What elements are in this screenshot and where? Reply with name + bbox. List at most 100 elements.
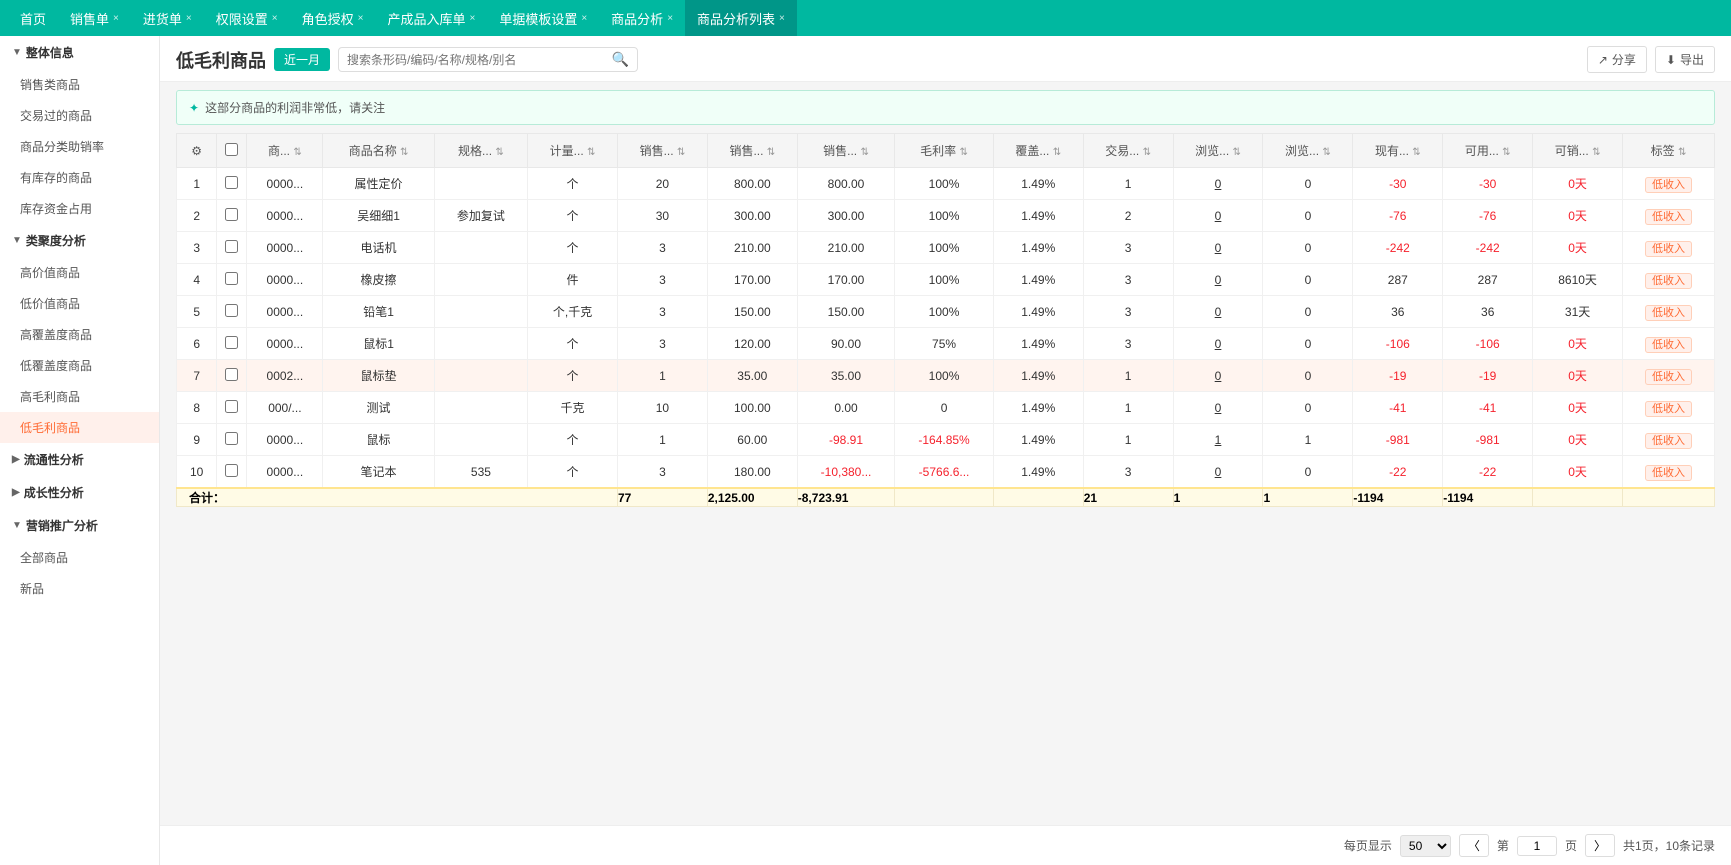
sidebar-item-low-value[interactable]: 低价值商品	[0, 288, 159, 319]
row-browse1[interactable]: 0	[1173, 168, 1263, 200]
row-browse1[interactable]: 0	[1173, 456, 1263, 489]
row-tag: 低收入	[1623, 328, 1715, 360]
col-browse1[interactable]: 浏览... ⇅	[1173, 134, 1263, 168]
export-button[interactable]: ⬇ 导出	[1655, 46, 1715, 73]
nav-home[interactable]: 首页	[8, 0, 58, 36]
nav-product-inbound[interactable]: 产成品入库单 ×	[375, 0, 487, 36]
col-sellable[interactable]: 可销... ⇅	[1533, 134, 1623, 168]
row-browse1[interactable]: 0	[1173, 360, 1263, 392]
row-checkbox[interactable]	[225, 368, 238, 381]
nav-template-setting[interactable]: 单据模板设置 ×	[487, 0, 599, 36]
next-page-button[interactable]: 〉	[1585, 834, 1615, 857]
col-current[interactable]: 现有... ⇅	[1353, 134, 1443, 168]
col-checkbox[interactable]	[217, 134, 247, 168]
sidebar-item-new-products[interactable]: 新品	[0, 573, 159, 604]
select-all-checkbox[interactable]	[225, 143, 238, 156]
row-checkbox[interactable]	[225, 464, 238, 477]
col-coverage[interactable]: 覆盖... ⇅	[993, 134, 1083, 168]
sidebar-section-circulation[interactable]: ▶ 流通性分析	[0, 443, 159, 476]
col-name[interactable]: 商品名称 ⇅	[323, 134, 434, 168]
col-code[interactable]: 商... ⇅	[247, 134, 323, 168]
per-page-label: 每页显示	[1344, 837, 1392, 854]
col-gross-margin[interactable]: 毛利率 ⇅	[895, 134, 994, 168]
expand-icon: ▶	[12, 454, 20, 465]
sidebar-section-marketing[interactable]: ▼ 营销推广分析	[0, 509, 159, 542]
row-browse1[interactable]: 0	[1173, 392, 1263, 424]
page-number-input[interactable]	[1517, 836, 1557, 856]
row-browse1[interactable]: 0	[1173, 200, 1263, 232]
table-row: 9 0000... 鼠标 个 1 60.00 -98.91 -164.85% 1…	[177, 424, 1715, 456]
share-button[interactable]: ↗ 分享	[1587, 46, 1647, 73]
col-sales-price[interactable]: 销售... ⇅	[707, 134, 797, 168]
nav-product-analysis-list[interactable]: 商品分析列表 ×	[685, 0, 797, 36]
prev-page-button[interactable]: 〈	[1459, 834, 1489, 857]
sidebar-item-low-coverage[interactable]: 低覆盖度商品	[0, 350, 159, 381]
search-box: 🔍	[338, 47, 638, 72]
row-checkbox-cell	[217, 264, 247, 296]
sidebar-item-all-products[interactable]: 全部商品	[0, 542, 159, 573]
row-browse1[interactable]: 0	[1173, 232, 1263, 264]
col-settings[interactable]: ⚙	[177, 134, 217, 168]
search-input[interactable]	[347, 53, 612, 67]
expand-icon: ▼	[12, 235, 22, 246]
row-sales-qty: 3	[617, 296, 707, 328]
row-checkbox[interactable]	[225, 336, 238, 349]
nav-sales-order[interactable]: 销售单 ×	[58, 0, 131, 36]
row-checkbox[interactable]	[225, 208, 238, 221]
row-browse1[interactable]: 1	[1173, 424, 1263, 456]
row-checkbox[interactable]	[225, 304, 238, 317]
col-unit[interactable]: 计量... ⇅	[528, 134, 618, 168]
row-checkbox[interactable]	[225, 432, 238, 445]
sidebar-item-high-margin[interactable]: 高毛利商品	[0, 381, 159, 412]
sidebar-item-sales-products[interactable]: 销售类商品	[0, 69, 159, 100]
row-browse1[interactable]: 0	[1173, 296, 1263, 328]
col-tag[interactable]: 标签 ⇅	[1623, 134, 1715, 168]
close-icon[interactable]: ×	[113, 13, 119, 24]
col-sales-qty[interactable]: 销售... ⇅	[617, 134, 707, 168]
col-sales-amount[interactable]: 销售... ⇅	[797, 134, 895, 168]
close-icon[interactable]: ×	[581, 13, 587, 24]
col-available[interactable]: 可用... ⇅	[1443, 134, 1533, 168]
col-spec[interactable]: 规格... ⇅	[434, 134, 527, 168]
row-checkbox[interactable]	[225, 176, 238, 189]
close-icon[interactable]: ×	[358, 13, 364, 24]
row-browse1[interactable]: 0	[1173, 264, 1263, 296]
nav-permission-setting[interactable]: 权限设置 ×	[204, 0, 290, 36]
nav-purchase-order[interactable]: 进货单 ×	[131, 0, 204, 36]
row-checkbox[interactable]	[225, 272, 238, 285]
nav-role-auth[interactable]: 角色授权 ×	[290, 0, 376, 36]
row-settings: 3	[177, 232, 217, 264]
row-sellable: 0天	[1533, 456, 1623, 489]
col-browse2[interactable]: 浏览... ⇅	[1263, 134, 1353, 168]
row-checkbox-cell	[217, 232, 247, 264]
close-icon[interactable]: ×	[779, 13, 785, 24]
sidebar-item-category-rate[interactable]: 商品分类助销率	[0, 131, 159, 162]
close-icon[interactable]: ×	[469, 13, 475, 24]
row-current: 36	[1353, 296, 1443, 328]
sidebar-item-stock-value[interactable]: 库存资金占用	[0, 193, 159, 224]
sidebar-item-in-stock[interactable]: 有库存的商品	[0, 162, 159, 193]
row-spec	[434, 392, 527, 424]
col-trade[interactable]: 交易... ⇅	[1083, 134, 1173, 168]
filter-button[interactable]: 近一月	[274, 48, 330, 71]
close-icon[interactable]: ×	[272, 13, 278, 24]
sidebar-section-growth[interactable]: ▶ 成长性分析	[0, 476, 159, 509]
row-browse1[interactable]: 0	[1173, 328, 1263, 360]
row-sellable: 0天	[1533, 328, 1623, 360]
nav-product-analysis[interactable]: 商品分析 ×	[599, 0, 685, 36]
sidebar-item-traded-products[interactable]: 交易过的商品	[0, 100, 159, 131]
row-checkbox[interactable]	[225, 400, 238, 413]
sidebar-item-low-margin[interactable]: 低毛利商品	[0, 412, 159, 443]
close-icon[interactable]: ×	[667, 13, 673, 24]
close-icon[interactable]: ×	[186, 13, 192, 24]
row-checkbox[interactable]	[225, 240, 238, 253]
row-unit: 件	[528, 264, 618, 296]
sidebar-item-high-value[interactable]: 高价值商品	[0, 257, 159, 288]
row-unit: 个	[528, 456, 618, 489]
row-sales-qty: 30	[617, 200, 707, 232]
sidebar-section-overall[interactable]: ▼ 整体信息	[0, 36, 159, 69]
sidebar-section-cluster[interactable]: ▼ 类聚度分析	[0, 224, 159, 257]
row-unit: 个	[528, 232, 618, 264]
per-page-select[interactable]: 50 100	[1400, 835, 1451, 857]
sidebar-item-high-coverage[interactable]: 高覆盖度商品	[0, 319, 159, 350]
